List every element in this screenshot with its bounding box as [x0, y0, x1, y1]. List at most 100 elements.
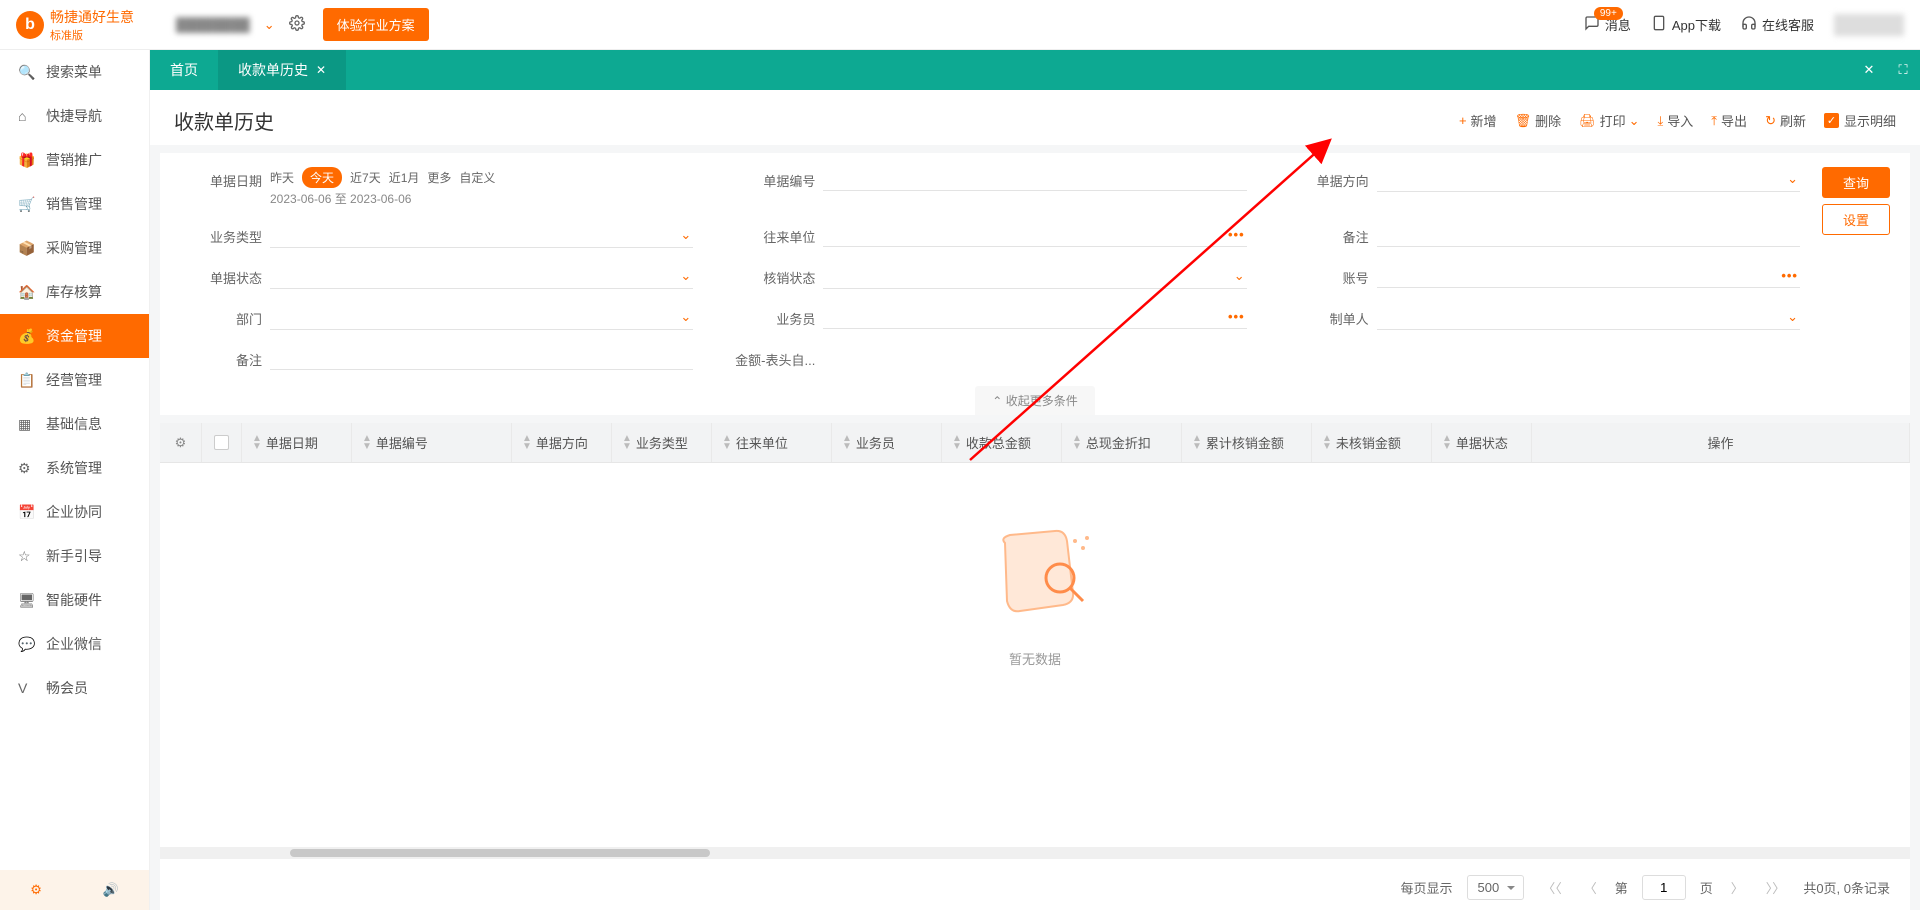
sidebar-item-finance[interactable]: 💰资金管理	[0, 314, 149, 358]
sidebar-item-inventory[interactable]: 🏠库存核算	[0, 270, 149, 314]
page-prev-icon[interactable]: 〈	[1580, 878, 1601, 897]
tab-close-all-icon[interactable]: ✕	[1852, 50, 1886, 90]
sidebar-item-operation[interactable]: 📋经营管理	[0, 358, 149, 402]
label-bill-status: 单据状态	[180, 264, 270, 287]
page-first-icon[interactable]: 〈〈	[1538, 878, 1566, 897]
date-more[interactable]: 更多	[427, 169, 451, 186]
select-creator[interactable]: ⌄	[1377, 305, 1800, 330]
tab-receipt-history[interactable]: 收款单历史 ✕	[218, 50, 346, 90]
page-last-icon[interactable]: 〉〉	[1762, 878, 1790, 897]
search-icon: 🔍	[18, 64, 36, 81]
search-button[interactable]: 查询	[1822, 167, 1890, 198]
col-bill-no[interactable]: ▲▼单据编号	[352, 423, 512, 462]
collapse-filters[interactable]: ⌃ 收起更多条件	[975, 386, 1095, 415]
sidebar-item-search[interactable]: 🔍搜索菜单	[0, 50, 149, 94]
label-remark2: 备注	[180, 346, 270, 369]
show-detail-toggle[interactable]: ✓显示明细	[1824, 111, 1896, 130]
col-clerk[interactable]: ▲▼业务员	[832, 423, 942, 462]
sort-icon: ▲▼	[1192, 435, 1202, 451]
org-dropdown-icon[interactable]: ⌄	[264, 17, 275, 33]
guide-icon: ☆	[18, 548, 36, 565]
sidebar-item-system[interactable]: ⚙系统管理	[0, 446, 149, 490]
per-page-select[interactable]: 500	[1467, 875, 1525, 900]
input-bill-no[interactable]	[823, 167, 1246, 191]
sort-icon: ▲▼	[522, 435, 532, 451]
label-direction: 单据方向	[1287, 167, 1377, 190]
date-7d[interactable]: 近7天	[350, 169, 381, 186]
picker-account[interactable]: •••	[1377, 264, 1800, 288]
col-direction[interactable]: ▲▼单据方向	[512, 423, 612, 462]
sidebar-item-collab[interactable]: 📅企业协同	[0, 490, 149, 534]
select-all-checkbox[interactable]	[202, 423, 242, 462]
sidebar-item-quicknav[interactable]: ⌂快捷导航	[0, 94, 149, 138]
sidebar-item-hardware[interactable]: 🖥智能硬件	[0, 578, 149, 622]
sidebar-item-guide[interactable]: ☆新手引导	[0, 534, 149, 578]
sidebar-item-purchase[interactable]: 📦采购管理	[0, 226, 149, 270]
export-button[interactable]: ⤒导出	[1711, 111, 1747, 130]
select-verify-status[interactable]: ⌄	[823, 264, 1246, 289]
page-next-icon[interactable]: 〉	[1727, 878, 1748, 897]
settings-icon[interactable]	[289, 15, 305, 34]
sort-icon: ▲▼	[842, 435, 852, 451]
date-custom[interactable]: 自定义	[459, 169, 495, 186]
col-total-amount[interactable]: ▲▼收款总金额	[942, 423, 1062, 462]
col-unverified-amount[interactable]: ▲▼未核销金额	[1312, 423, 1432, 462]
input-remark2[interactable]	[270, 346, 693, 370]
filter-settings-button[interactable]: 设置	[1822, 204, 1890, 235]
label-bill-no: 单据编号	[733, 167, 823, 190]
select-direction[interactable]: ⌄	[1377, 167, 1800, 192]
delete-button[interactable]: 🗑删除	[1515, 111, 1562, 130]
col-verified-amount[interactable]: ▲▼累计核销金额	[1182, 423, 1312, 462]
date-yesterday[interactable]: 昨天	[270, 169, 294, 186]
col-partner[interactable]: ▲▼往来单位	[712, 423, 832, 462]
export-icon: ⤒	[1711, 113, 1717, 129]
add-button[interactable]: +新增	[1459, 111, 1497, 130]
footer-settings-icon[interactable]: ⚙	[30, 882, 42, 898]
page-input[interactable]	[1642, 875, 1686, 900]
wechat-icon: 💬	[18, 636, 36, 653]
fullscreen-icon[interactable]: ⛶	[1886, 50, 1920, 90]
org-selector[interactable]: ████████	[176, 17, 250, 32]
app-download-link[interactable]: App下载	[1651, 15, 1721, 34]
col-actions: 操作	[1532, 423, 1910, 462]
col-bill-status[interactable]: ▲▼单据状态	[1432, 423, 1532, 462]
chart-icon: 📋	[18, 372, 36, 389]
sidebar-item-vip[interactable]: V畅会员	[0, 666, 149, 710]
col-discount[interactable]: ▲▼总现金折扣	[1062, 423, 1182, 462]
data-table: ⚙ ▲▼单据日期 ▲▼单据编号 ▲▼单据方向 ▲▼业务类型 ▲▼往来单位 ▲▼业…	[160, 423, 1910, 910]
table-settings-icon[interactable]: ⚙	[160, 423, 202, 462]
picker-partner[interactable]: •••	[823, 223, 1246, 247]
col-bill-date[interactable]: ▲▼单据日期	[242, 423, 352, 462]
tabs-bar: 首页 收款单历史 ✕ ✕ ⛶	[150, 50, 1920, 90]
chevron-up-icon: ⌃	[992, 394, 1002, 408]
footer-sound-icon[interactable]: 🔊	[103, 882, 119, 898]
empty-state: 暂无数据	[160, 463, 1910, 688]
online-service-link[interactable]: 在线客服	[1741, 15, 1814, 34]
picker-clerk[interactable]: •••	[823, 305, 1246, 329]
messages-link[interactable]: 99+ 消息	[1584, 15, 1631, 34]
refresh-button[interactable]: ↻刷新	[1765, 111, 1806, 130]
sidebar-item-basicinfo[interactable]: ▦基础信息	[0, 402, 149, 446]
input-remark[interactable]	[1377, 223, 1800, 247]
sidebar-item-marketing[interactable]: 🎁营销推广	[0, 138, 149, 182]
import-button[interactable]: ⤓导入	[1658, 111, 1694, 130]
select-bill-status[interactable]: ⌄	[270, 264, 693, 289]
experience-button[interactable]: 体验行业方案	[323, 8, 429, 41]
hardware-icon: 🖥	[18, 592, 36, 609]
tab-home[interactable]: 首页	[150, 50, 218, 90]
date-1m[interactable]: 近1月	[389, 169, 420, 186]
date-today[interactable]: 今天	[302, 167, 342, 188]
sidebar-item-sales[interactable]: 🛒销售管理	[0, 182, 149, 226]
vip-icon: V	[18, 680, 36, 696]
select-dept[interactable]: ⌄	[270, 305, 693, 330]
select-biz-type[interactable]: ⌄	[270, 223, 693, 248]
cart-icon: 🛒	[18, 196, 36, 213]
print-button[interactable]: 🖨打印⌄	[1579, 111, 1639, 130]
label-remark: 备注	[1287, 223, 1377, 246]
col-biz-type[interactable]: ▲▼业务类型	[612, 423, 712, 462]
page-summary: 共0页, 0条记录	[1803, 878, 1890, 897]
user-avatar[interactable]	[1834, 14, 1904, 36]
sidebar-item-wechat[interactable]: 💬企业微信	[0, 622, 149, 666]
horizontal-scrollbar[interactable]	[160, 847, 1910, 859]
close-icon[interactable]: ✕	[316, 63, 326, 77]
